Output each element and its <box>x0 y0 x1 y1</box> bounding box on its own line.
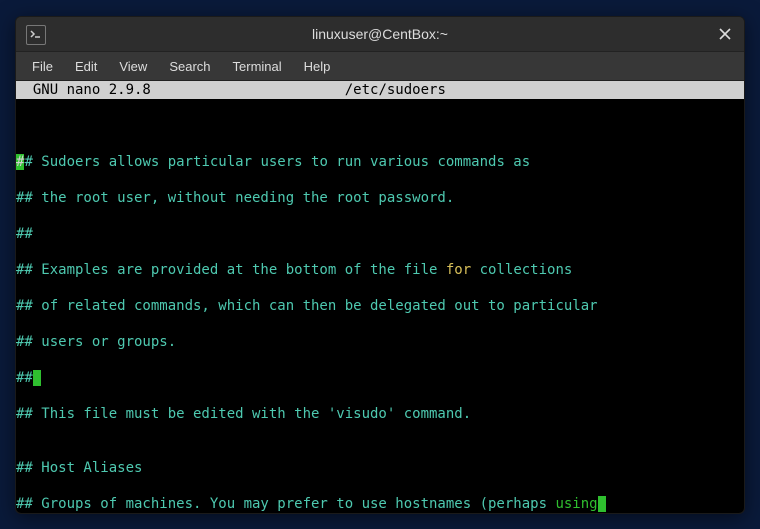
terminal-icon <box>26 25 46 45</box>
header-fill <box>446 81 724 99</box>
menu-file[interactable]: File <box>22 56 63 77</box>
nano-version: GNU nano 2.9.8 <box>16 81 151 99</box>
close-button[interactable] <box>714 23 736 45</box>
menu-search[interactable]: Search <box>159 56 220 77</box>
titlebar: linuxuser@CentBox:~ <box>16 17 744 52</box>
menu-help[interactable]: Help <box>294 56 341 77</box>
terminal-window: linuxuser@CentBox:~ File Edit View Searc… <box>15 16 745 514</box>
nano-filename: /etc/sudoers <box>345 81 446 99</box>
editor-body: ## Sudoers allows particular users to ru… <box>16 99 744 513</box>
text-cursor <box>598 496 606 512</box>
menu-terminal[interactable]: Terminal <box>223 56 292 77</box>
text-cursor <box>33 370 41 386</box>
nano-header: GNU nano 2.9.8 /etc/sudoers <box>16 81 744 99</box>
terminal-viewport[interactable]: GNU nano 2.9.8 /etc/sudoers ## Sudoers a… <box>16 81 744 513</box>
menu-edit[interactable]: Edit <box>65 56 107 77</box>
close-icon <box>719 28 731 40</box>
menu-view[interactable]: View <box>109 56 157 77</box>
window-title: linuxuser@CentBox:~ <box>312 26 448 42</box>
menubar: File Edit View Search Terminal Help <box>16 52 744 81</box>
header-spacer <box>151 81 345 99</box>
